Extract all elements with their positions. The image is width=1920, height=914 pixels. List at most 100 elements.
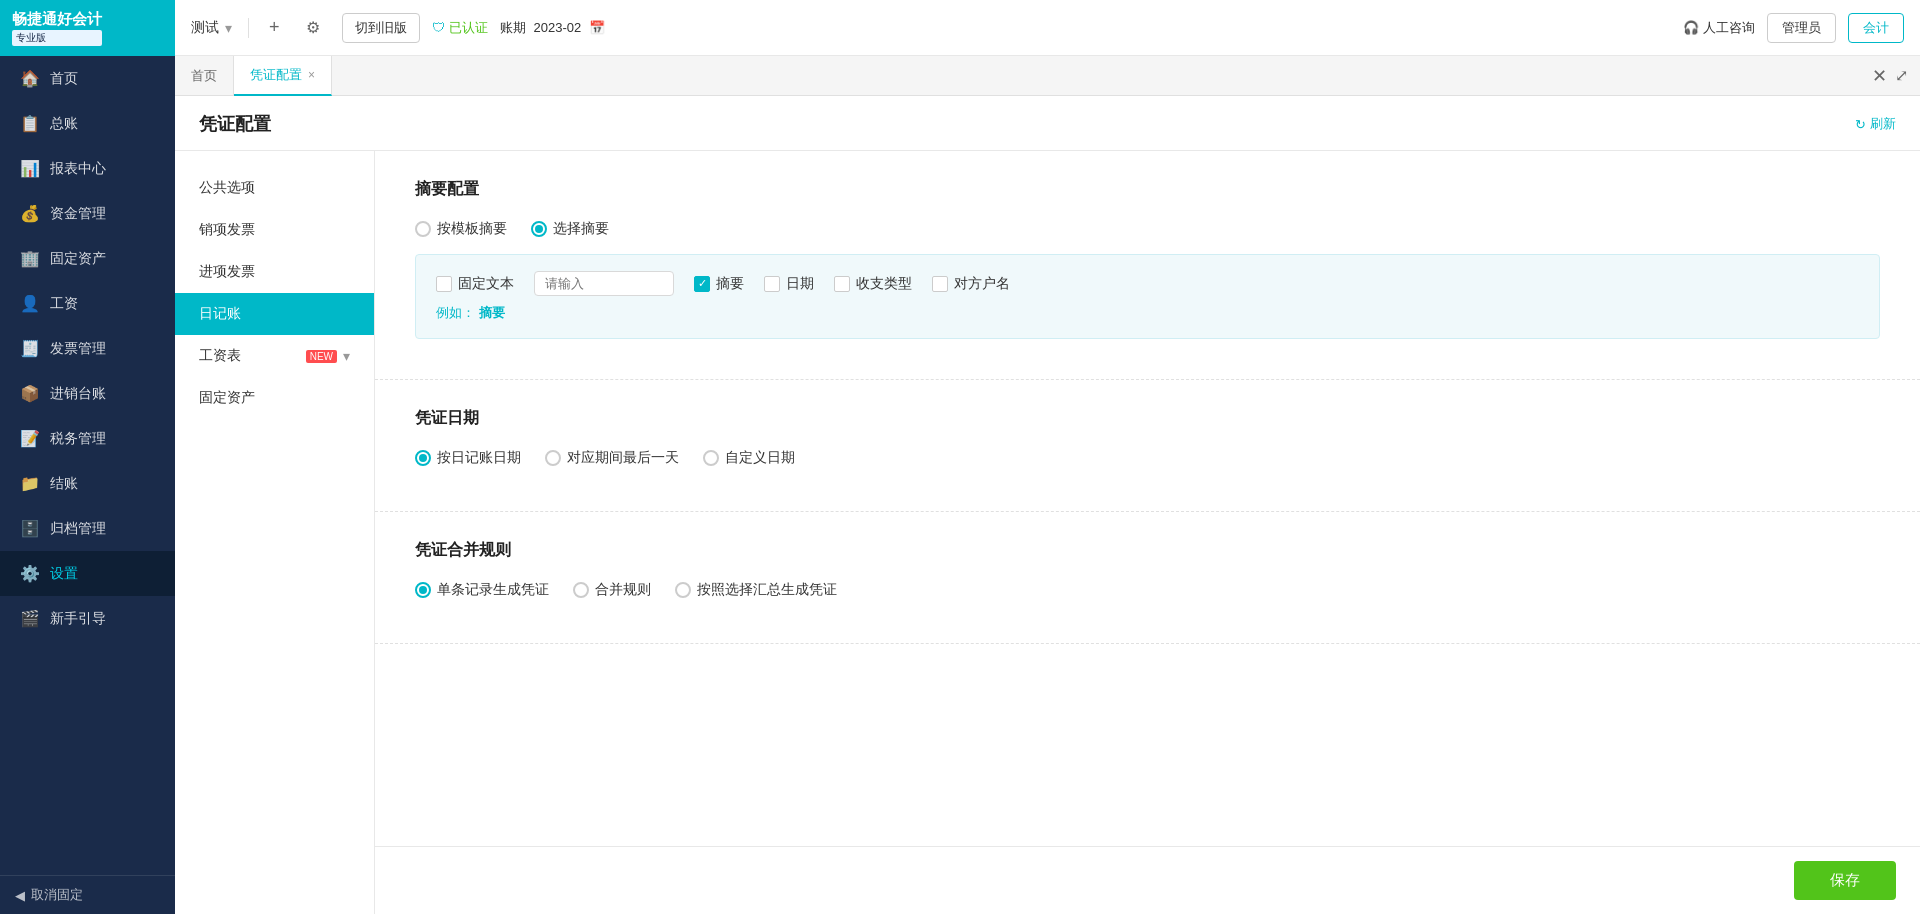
nav-label-payroll: 工资表 <box>199 347 241 365</box>
invoice-icon: 🧾 <box>20 339 40 358</box>
sidebar-item-ledger[interactable]: 📋 总账 <box>0 101 175 146</box>
expand-btn[interactable]: ⤢ <box>1895 66 1908 85</box>
merge-radio-circle-single <box>415 582 431 598</box>
summary-checkbox-panel: 固定文本 摘要 日期 <box>415 254 1880 339</box>
role-btn[interactable]: 会计 <box>1848 13 1904 43</box>
logo-badge: 专业版 <box>12 30 102 46</box>
date-radio-label-custom: 自定义日期 <box>725 449 795 467</box>
nav-item-purchase[interactable]: 进项发票 <box>175 251 374 293</box>
period-label: 账期 <box>500 19 526 37</box>
refresh-btn[interactable]: ↻ 刷新 <box>1855 115 1896 147</box>
close-window-btn[interactable]: ✕ <box>1872 65 1887 87</box>
company-label: 测试 <box>191 19 219 37</box>
sidebar-item-label: 归档管理 <box>50 520 106 538</box>
checkbox-fixed-text[interactable]: 固定文本 <box>436 275 514 293</box>
sidebar-item-label: 结账 <box>50 475 78 493</box>
example-prefix: 例如： <box>436 305 475 320</box>
merge-title: 凭证合并规则 <box>415 540 1880 561</box>
sidebar-item-home[interactable]: 🏠 首页 <box>0 56 175 101</box>
date-radio-label-diary: 按日记账日期 <box>437 449 521 467</box>
cancel-fixed-label: 取消固定 <box>31 886 83 904</box>
summary-radio-template[interactable]: 按模板摘要 <box>415 220 507 238</box>
service-label: 人工咨询 <box>1703 19 1755 37</box>
settings-icon: ⚙️ <box>20 564 40 583</box>
refresh-label: 刷新 <box>1870 115 1896 133</box>
calendar-icon[interactable]: 📅 <box>589 20 605 35</box>
period-info: 账期 2023-02 📅 <box>500 19 606 37</box>
period-value: 2023-02 <box>534 20 582 35</box>
example-text: 例如： 摘要 <box>436 304 1859 322</box>
topbar-settings-btn[interactable]: ⚙ <box>296 13 330 42</box>
content-area: 公共选项 销项发票 进项发票 日记账 工资表 NEW <box>175 151 1920 914</box>
date-radio-custom[interactable]: 自定义日期 <box>703 449 795 467</box>
fixed-text-input[interactable] <box>534 271 674 296</box>
checkbox-income-type-label: 收支类型 <box>856 275 912 293</box>
summary-radio-group: 按模板摘要 选择摘要 <box>415 220 1880 238</box>
merge-radio-label-single: 单条记录生成凭证 <box>437 581 549 599</box>
summary-radio-label-template: 按模板摘要 <box>437 220 507 238</box>
date-radio-diary[interactable]: 按日记账日期 <box>415 449 521 467</box>
certified-label: 已认证 <box>449 19 488 37</box>
date-radio-label-period: 对应期间最后一天 <box>567 449 679 467</box>
merge-radio-label-select: 按照选择汇总生成凭证 <box>697 581 837 599</box>
service-btn[interactable]: 🎧 人工咨询 <box>1683 19 1755 37</box>
sidebar-item-tax[interactable]: 📝 税务管理 <box>0 416 175 461</box>
sidebar-item-funds[interactable]: 💰 资金管理 <box>0 191 175 236</box>
sidebar-item-assets[interactable]: 🏢 固定资产 <box>0 236 175 281</box>
page-header: 凭证配置 ↻ 刷新 <box>175 96 1920 151</box>
switch-old-btn[interactable]: 切到旧版 <box>342 13 420 43</box>
tabbar-controls: ✕ ⤢ <box>1872 65 1920 87</box>
save-btn[interactable]: 保存 <box>1794 861 1896 900</box>
checkbox-date-label: 日期 <box>786 275 814 293</box>
summary-radio-select[interactable]: 选择摘要 <box>531 220 609 238</box>
checkbox-date[interactable]: 日期 <box>764 275 814 293</box>
nav-item-public[interactable]: 公共选项 <box>175 167 374 209</box>
merge-radio-circle-select <box>675 582 691 598</box>
sidebar-item-label: 税务管理 <box>50 430 106 448</box>
nav-item-payroll[interactable]: 工资表 NEW ▾ <box>175 335 374 377</box>
company-name: 测试 ▾ <box>191 19 232 37</box>
tab-home[interactable]: 首页 <box>175 56 234 96</box>
dropdown-icon[interactable]: ▾ <box>225 20 232 36</box>
checkbox-income-type[interactable]: 收支类型 <box>834 275 912 293</box>
tab-close-btn[interactable]: × <box>308 68 315 82</box>
checkbox-counterparty[interactable]: 对方户名 <box>932 275 1010 293</box>
left-nav: 公共选项 销项发票 进项发票 日记账 工资表 NEW <box>175 151 375 914</box>
nav-item-sales[interactable]: 销项发票 <box>175 209 374 251</box>
page-body: 凭证配置 ↻ 刷新 公共选项 销项发票 进项发票 <box>175 96 1920 914</box>
archive-icon: 🗄️ <box>20 519 40 538</box>
sidebar-item-closing[interactable]: 📁 结账 <box>0 461 175 506</box>
sidebar-item-guide[interactable]: 🎬 新手引导 <box>0 596 175 641</box>
nav-label-purchase: 进项发票 <box>199 263 255 281</box>
user-btn[interactable]: 管理员 <box>1767 13 1836 43</box>
right-panel: 摘要配置 按模板摘要 选择摘要 <box>375 151 1920 846</box>
sidebar-item-salary[interactable]: 👤 工资 <box>0 281 175 326</box>
sidebar-item-invoice[interactable]: 🧾 发票管理 <box>0 326 175 371</box>
cancel-fixed-btn[interactable]: ◀ 取消固定 <box>0 875 175 914</box>
add-btn[interactable]: + <box>265 17 284 38</box>
headset-icon: 🎧 <box>1683 20 1699 35</box>
date-radio-period[interactable]: 对应期间最后一天 <box>545 449 679 467</box>
date-radio-circle-diary <box>415 450 431 466</box>
merge-radio-single[interactable]: 单条记录生成凭证 <box>415 581 549 599</box>
sidebar-item-purchase-sale[interactable]: 📦 进销台账 <box>0 371 175 416</box>
sidebar-item-settings[interactable]: ⚙️ 设置 <box>0 551 175 596</box>
summary-radio-label-select: 选择摘要 <box>553 220 609 238</box>
merge-radio-select[interactable]: 按照选择汇总生成凭证 <box>675 581 837 599</box>
merge-radio-circle-rule <box>573 582 589 598</box>
sidebar-item-archive[interactable]: 🗄️ 归档管理 <box>0 506 175 551</box>
page-title: 凭证配置 <box>199 112 271 150</box>
nav-label-public: 公共选项 <box>199 179 255 197</box>
merge-radio-rule[interactable]: 合并规则 <box>573 581 651 599</box>
tab-voucher-config[interactable]: 凭证配置 × <box>234 56 332 96</box>
nav-item-fixed-assets[interactable]: 固定资产 <box>175 377 374 419</box>
nav-label-diary: 日记账 <box>199 305 241 323</box>
date-radio-group: 按日记账日期 对应期间最后一天 自定义日期 <box>415 449 1880 467</box>
sidebar-item-label: 总账 <box>50 115 78 133</box>
merge-section: 凭证合并规则 单条记录生成凭证 合并规则 <box>375 512 1920 644</box>
nav-item-diary[interactable]: 日记账 <box>175 293 374 335</box>
sidebar-item-report[interactable]: 📊 报表中心 <box>0 146 175 191</box>
divider-1 <box>248 18 249 38</box>
sidebar: 畅捷通好会计 专业版 🏠 首页 📋 总账 📊 报表中心 💰 资金管理 � <box>0 0 175 914</box>
checkbox-summary[interactable]: 摘要 <box>694 275 744 293</box>
